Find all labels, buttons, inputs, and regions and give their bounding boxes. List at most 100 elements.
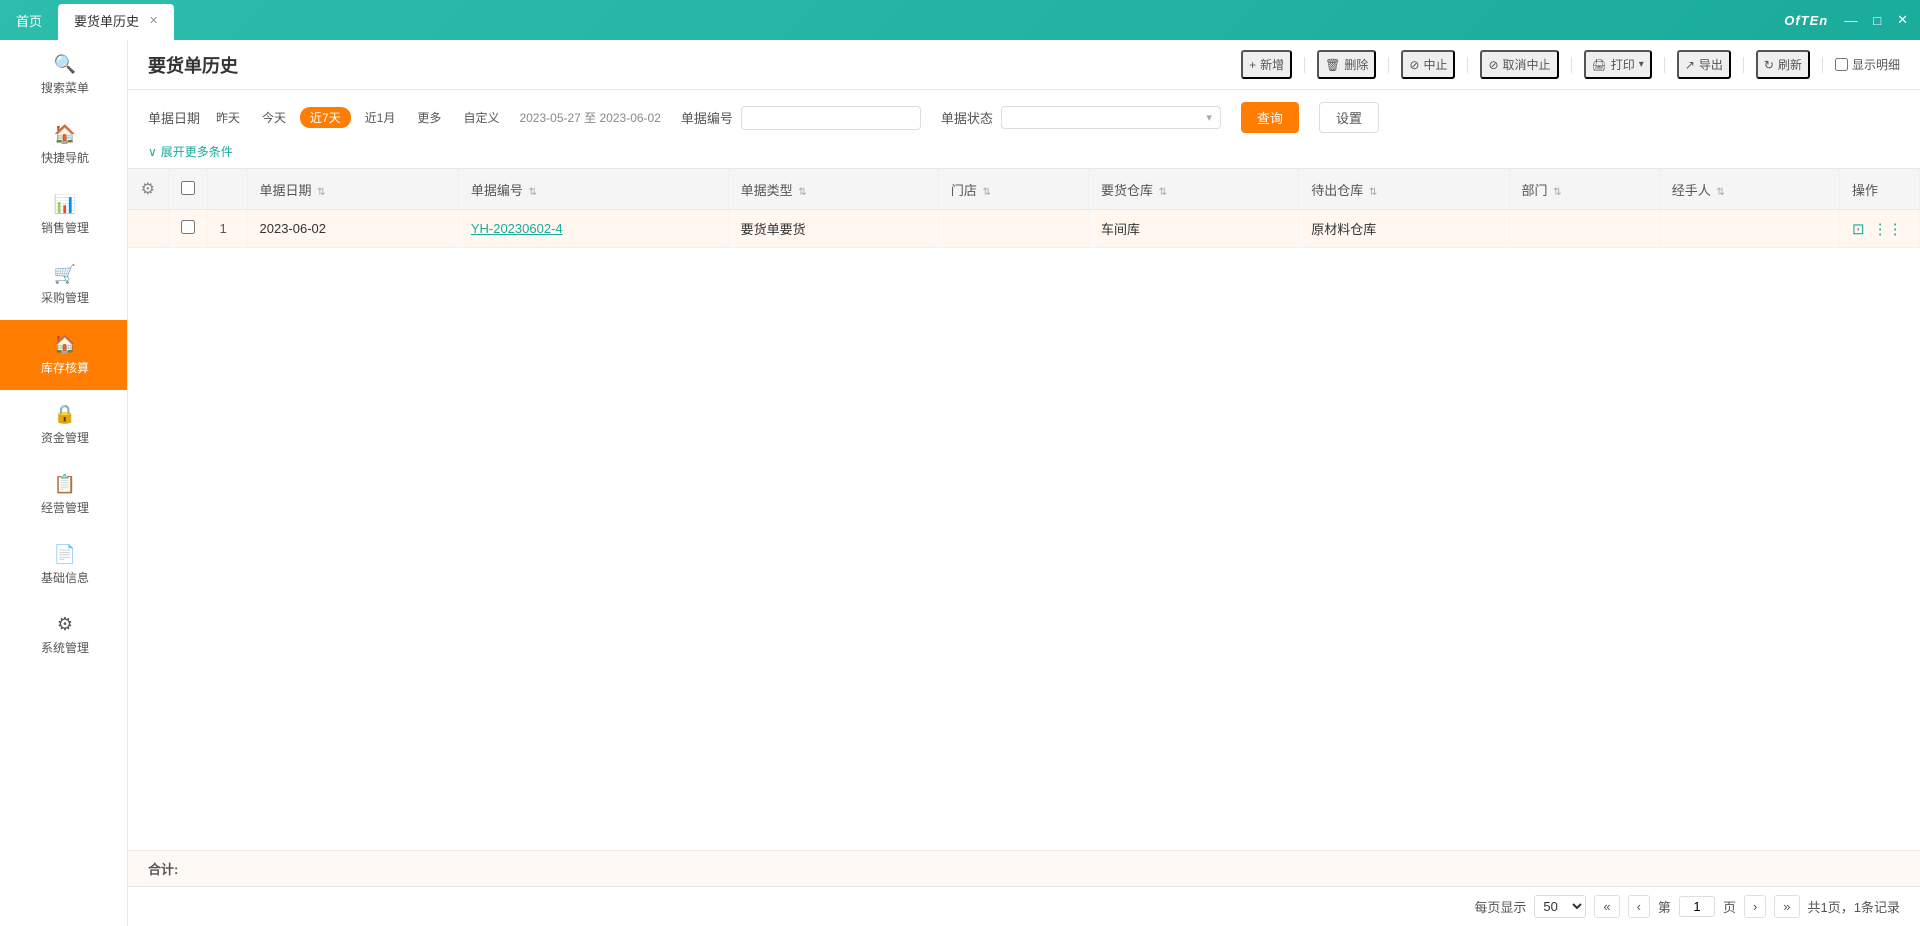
th-store[interactable]: 门店 ⇅	[938, 169, 1088, 210]
th-handler[interactable]: 经手人 ⇅	[1659, 169, 1839, 210]
query-button[interactable]: 查询	[1241, 102, 1299, 133]
th-pending-warehouse-label: 待出仓库	[1311, 183, 1363, 198]
row-more-icon[interactable]: ⋮⋮	[1873, 220, 1903, 238]
th-date[interactable]: 单据日期 ⇅	[247, 169, 458, 210]
export-icon: ↗	[1685, 58, 1695, 72]
tab-list: 首页 要货单历史 ✕	[0, 0, 174, 40]
purchase-icon: 🛒	[54, 264, 76, 285]
print-icon: 🖨	[1592, 58, 1607, 72]
column-settings-icon[interactable]: ⚙	[141, 181, 155, 198]
next-group-btn[interactable]: »	[1774, 895, 1799, 918]
th-check[interactable]	[168, 169, 207, 210]
tab-requisition-history[interactable]: 要货单历史 ✕	[58, 4, 174, 40]
page-number-input[interactable]	[1679, 896, 1715, 917]
display-detail-toggle[interactable]: 显示明细	[1835, 56, 1900, 73]
th-type[interactable]: 单据类型 ⇅	[728, 169, 938, 210]
prev-group-btn[interactable]: «	[1594, 895, 1619, 918]
stop-icon: ⊘	[1409, 58, 1419, 72]
stop-button[interactable]: ⊘ 中止	[1401, 50, 1455, 79]
page-size-label: 每页显示	[1474, 897, 1526, 916]
th-seq	[207, 169, 247, 210]
cell-check[interactable]	[168, 210, 207, 248]
row-edit-icon[interactable]: ⊡	[1852, 220, 1865, 238]
setting-button[interactable]: 设置	[1319, 102, 1379, 133]
tab-close-icon[interactable]: ✕	[149, 14, 158, 27]
divider-2	[1388, 57, 1389, 73]
add-label: 新增	[1260, 56, 1284, 73]
next-btn[interactable]: ›	[1744, 895, 1766, 918]
sidebar-item-system[interactable]: ⚙ 系统管理	[0, 600, 127, 670]
cell-dept	[1509, 210, 1659, 248]
sidebar-item-sales-label: 销售管理	[41, 219, 89, 236]
cancel-stop-icon: ⊘	[1488, 58, 1498, 72]
cell-pending-warehouse: 原材料仓库	[1299, 210, 1509, 248]
finance-icon: 🔒	[54, 404, 76, 425]
sidebar-item-operations[interactable]: 📋 经营管理	[0, 460, 127, 530]
add-button[interactable]: + 新增	[1241, 50, 1292, 79]
th-type-label: 单据类型	[741, 183, 793, 198]
date-yesterday-btn[interactable]: 昨天	[208, 107, 248, 128]
sidebar-item-search[interactable]: 🔍 搜索菜单	[0, 40, 127, 110]
display-detail-checkbox[interactable]	[1835, 58, 1848, 71]
delete-button[interactable]: 🗑 删除	[1317, 50, 1376, 79]
print-label: 打印	[1611, 56, 1635, 73]
refresh-icon: ↻	[1764, 58, 1774, 72]
sort-type-icon: ⇅	[798, 187, 806, 198]
status-chevron-icon: ▾	[1206, 111, 1212, 124]
sidebar-item-quick-nav[interactable]: 🏠 快捷导航	[0, 110, 127, 180]
refresh-button[interactable]: ↻ 刷新	[1756, 50, 1810, 79]
tab-home[interactable]: 首页	[0, 0, 58, 40]
cancel-stop-button[interactable]: ⊘ 取消中止	[1480, 50, 1558, 79]
sidebar-item-finance[interactable]: 🔒 资金管理	[0, 390, 127, 460]
window-controls: OfTEn — □ ✕	[1784, 12, 1908, 28]
date-last7-btn[interactable]: 近7天	[300, 107, 351, 128]
sort-dept-icon: ⇅	[1553, 187, 1561, 198]
tab-home-label: 首页	[16, 11, 42, 30]
sort-no-icon: ⇅	[528, 187, 536, 198]
export-button[interactable]: ↗ 导出	[1677, 50, 1731, 79]
filter-area: 单据日期 昨天 今天 近7天 近1月 更多 自定义 2023-05-27 至 2…	[128, 90, 1920, 169]
sidebar-item-baseinfo-label: 基础信息	[41, 569, 89, 586]
date-more-btn[interactable]: 更多	[409, 107, 449, 128]
th-settings[interactable]: ⚙	[128, 169, 168, 210]
sidebar-item-purchase-label: 采购管理	[41, 289, 89, 306]
date-custom-btn[interactable]: 自定义	[455, 107, 507, 128]
page-size-select[interactable]: 50 20 100 200	[1534, 895, 1586, 918]
close-btn[interactable]: ✕	[1897, 12, 1908, 28]
status-select[interactable]: ▾	[1001, 106, 1221, 129]
select-all-checkbox[interactable]	[181, 181, 195, 195]
sidebar-item-purchase[interactable]: 🛒 采购管理	[0, 250, 127, 320]
sidebar-item-base-info[interactable]: 📄 基础信息	[0, 530, 127, 600]
print-button[interactable]: 🖨 打印 ▾	[1584, 50, 1652, 79]
refresh-label: 刷新	[1778, 56, 1802, 73]
sidebar-item-system-label: 系统管理	[41, 639, 89, 656]
th-pending-warehouse[interactable]: 待出仓库 ⇅	[1299, 169, 1509, 210]
sidebar-item-search-label: 搜索菜单	[41, 79, 89, 96]
prev-btn[interactable]: ‹	[1628, 895, 1650, 918]
th-req-warehouse-label: 要货仓库	[1101, 183, 1153, 198]
table-container: ⚙ 单据日期 ⇅ 单据编号	[128, 169, 1920, 850]
sidebar-item-sales[interactable]: 📊 销售管理	[0, 180, 127, 250]
row-checkbox[interactable]	[181, 220, 195, 234]
sort-req-wh-icon: ⇅	[1159, 187, 1167, 198]
data-table: ⚙ 单据日期 ⇅ 单据编号	[128, 169, 1920, 248]
th-dept[interactable]: 部门 ⇅	[1509, 169, 1659, 210]
restore-btn[interactable]: □	[1873, 13, 1881, 28]
th-req-warehouse[interactable]: 要货仓库 ⇅	[1089, 169, 1299, 210]
display-detail-label: 显示明细	[1852, 56, 1900, 73]
th-no[interactable]: 单据编号 ⇅	[458, 169, 728, 210]
sidebar-item-inventory[interactable]: 🏠 库存核算	[0, 320, 127, 390]
date-range-display: 2023-05-27 至 2023-06-02	[519, 109, 660, 126]
expand-more-btn[interactable]: ∨ 展开更多条件	[148, 143, 1900, 168]
date-today-btn[interactable]: 今天	[254, 107, 294, 128]
cell-no[interactable]: YH-20230602-4	[458, 210, 728, 248]
delete-label: 删除	[1344, 56, 1368, 73]
stop-label: 中止	[1423, 56, 1447, 73]
minimize-btn[interactable]: —	[1844, 13, 1857, 28]
page-title: 要货单历史	[148, 52, 238, 78]
divider-3	[1467, 57, 1468, 73]
th-handler-label: 经手人	[1672, 183, 1711, 198]
doc-no-input[interactable]	[741, 106, 921, 130]
date-last1month-btn[interactable]: 近1月	[357, 107, 404, 128]
doc-link[interactable]: YH-20230602-4	[471, 221, 563, 236]
